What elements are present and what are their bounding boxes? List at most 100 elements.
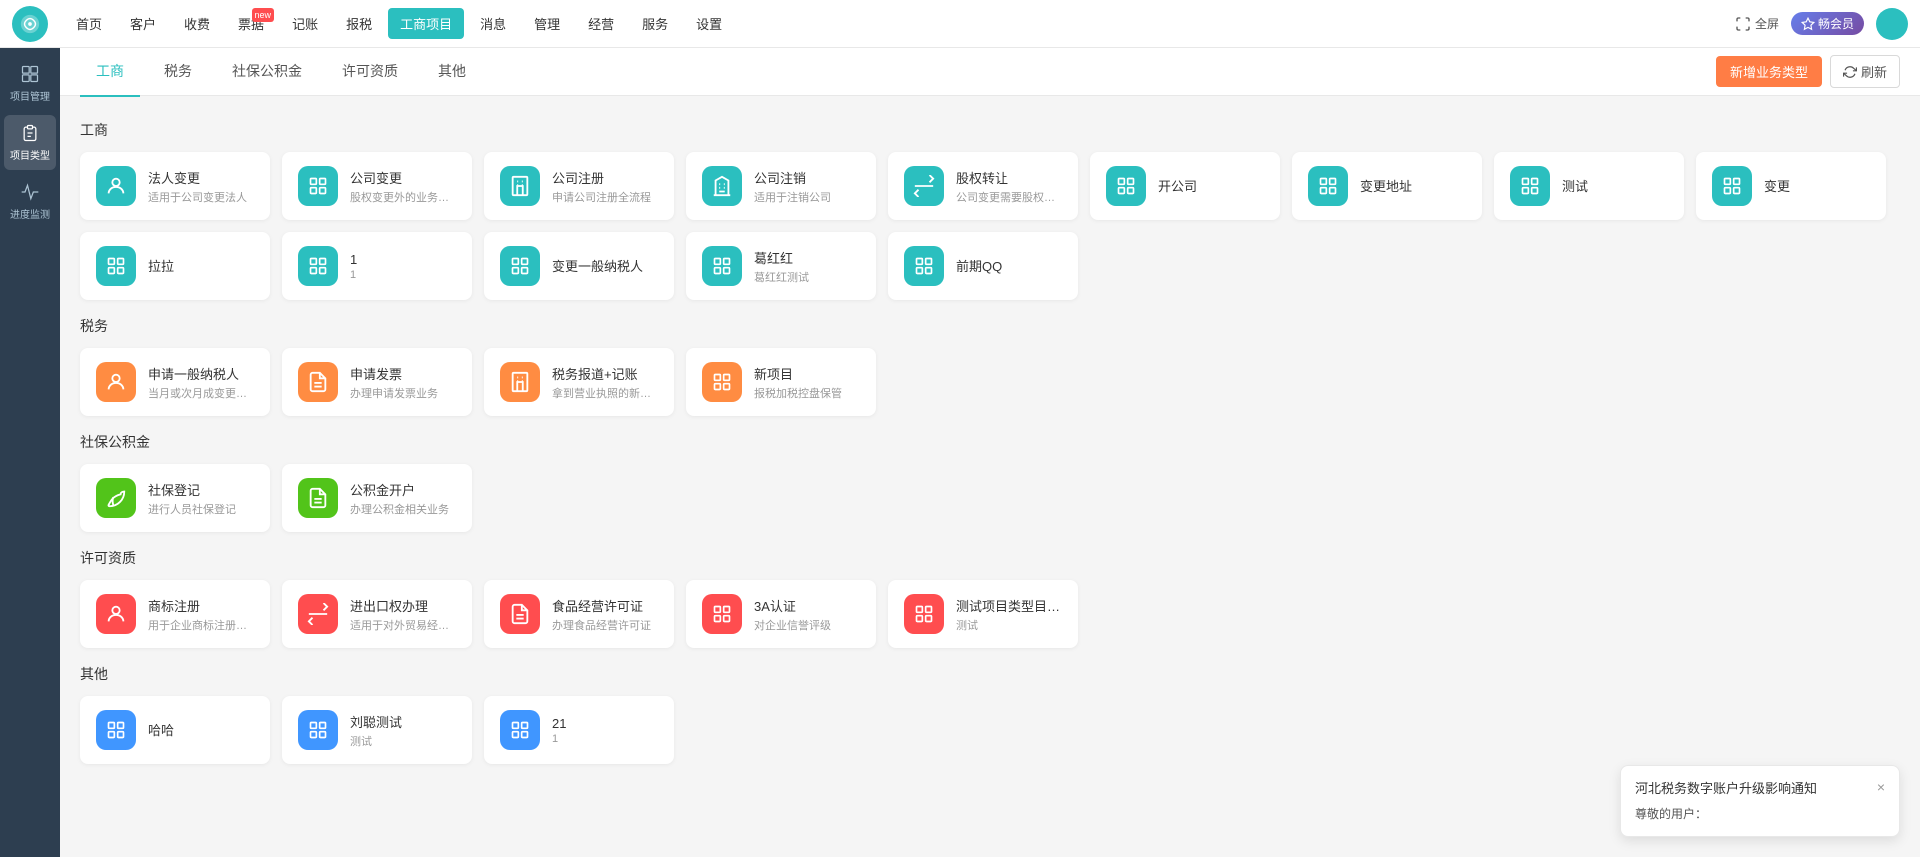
card-开公司[interactable]: 开公司 [1090, 152, 1280, 220]
sub-tab-其他[interactable]: 其他 [422, 47, 482, 97]
card-name-公司变更: 公司变更 [350, 168, 456, 187]
card-哈哈[interactable]: 哈哈 [80, 696, 270, 764]
section-xuke: 许可资质商标注册用于企业商标注册服务进出口权办理适用于对外贸易经营者食品经营许可… [80, 548, 1900, 648]
card-3A认证[interactable]: 3A认证对企业信誉评级 [686, 580, 876, 648]
card-name-拉拉: 拉拉 [148, 256, 254, 275]
nav-item-收费[interactable]: 收费 [172, 8, 222, 39]
card-公司注册[interactable]: 公司注册申请公司注册全流程 [484, 152, 674, 220]
card-新项目[interactable]: 新项目报税加税控盘保管 [686, 348, 876, 416]
nav-item-客户[interactable]: 客户 [118, 8, 168, 39]
card-食品经营许可证[interactable]: 食品经营许可证办理食品经营许可证 [484, 580, 674, 648]
card-info-变更一般纳税人: 变更一般纳税人 [552, 256, 658, 277]
card-info-前期QQ: 前期QQ [956, 256, 1062, 277]
card-税务报道+记账[interactable]: 税务报道+记账拿到营业执照的新公司 [484, 348, 674, 416]
card-icon-21 [500, 710, 540, 750]
card-desc-新项目: 报税加税控盘保管 [754, 385, 860, 401]
card-申请一般纳税人[interactable]: 申请一般纳税人当月或次月成变更完成 [80, 348, 270, 416]
card-变更一般纳税人[interactable]: 变更一般纳税人 [484, 232, 674, 300]
card-info-测试项目类型目定义: 测试项目类型目定义测试 [956, 596, 1062, 633]
card-desc-公司注册: 申请公司注册全流程 [552, 189, 658, 205]
card-公积金开户[interactable]: 公积金开户办理公积金相关业务 [282, 464, 472, 532]
card-info-开公司: 开公司 [1158, 176, 1264, 197]
nav-item-记账[interactable]: 记账 [280, 8, 330, 39]
card-name-刘聪测试: 刘聪测试 [350, 712, 456, 731]
card-测试项目类型目定义[interactable]: 测试项目类型目定义测试 [888, 580, 1078, 648]
card-前期QQ[interactable]: 前期QQ [888, 232, 1078, 300]
sidebar: 项目管理项目类型进度监测 [0, 48, 60, 857]
card-name-商标注册: 商标注册 [148, 596, 254, 615]
nav-item-票据[interactable]: 票据new [226, 8, 276, 39]
card-icon-股权转让 [904, 166, 944, 206]
app-logo[interactable] [12, 6, 48, 42]
card-刘聪测试[interactable]: 刘聪测试测试 [282, 696, 472, 764]
card-name-变更: 变更 [1764, 176, 1870, 195]
nav-item-设置[interactable]: 设置 [684, 8, 734, 39]
content-area: 工商法人变更适用于公司变更法人公司变更股权变更外的业务变更公司注册申请公司注册全… [60, 96, 1920, 796]
card-info-1: 11 [350, 252, 456, 281]
nav-item-消息[interactable]: 消息 [468, 8, 518, 39]
nav-item-管理[interactable]: 管理 [522, 8, 572, 39]
sub-tab-税务[interactable]: 税务 [148, 47, 208, 97]
card-name-21: 21 [552, 716, 658, 731]
card-申请发票[interactable]: 申请发票办理申请发票业务 [282, 348, 472, 416]
nav-menu: 首页客户收费票据new记账报税工商项目消息管理经营服务设置 [64, 8, 1735, 39]
card-变更[interactable]: 变更 [1696, 152, 1886, 220]
card-测试[interactable]: 测试 [1494, 152, 1684, 220]
nav-item-首页[interactable]: 首页 [64, 8, 114, 39]
main-content: 工商税务社保公积金许可资质其他 新增业务类型 刷新 工商法人变更适用于公司变更法… [60, 48, 1920, 857]
card-desc-葛红红: 葛红红测试 [754, 269, 860, 285]
sub-tab-工商[interactable]: 工商 [80, 47, 140, 97]
card-desc-公司注销: 适用于注销公司 [754, 189, 860, 205]
card-desc-股权转让: 公司变更需要股权转让 [956, 189, 1062, 205]
section-gongshang: 工商法人变更适用于公司变更法人公司变更股权变更外的业务变更公司注册申请公司注册全… [80, 120, 1900, 300]
card-商标注册[interactable]: 商标注册用于企业商标注册服务 [80, 580, 270, 648]
card-info-商标注册: 商标注册用于企业商标注册服务 [148, 596, 254, 633]
notification-close-button[interactable]: × [1877, 779, 1885, 795]
fullscreen-button[interactable]: 全屏 [1735, 15, 1779, 32]
section-title-shuiwu: 税务 [80, 316, 1900, 336]
card-desc-进出口权办理: 适用于对外贸易经营者 [350, 617, 456, 633]
card-社保登记[interactable]: 社保登记进行人员社保登记 [80, 464, 270, 532]
card-股权转让[interactable]: 股权转让公司变更需要股权转让 [888, 152, 1078, 220]
card-葛红红[interactable]: 葛红红葛红红测试 [686, 232, 876, 300]
card-icon-变更地址 [1308, 166, 1348, 206]
card-21[interactable]: 211 [484, 696, 674, 764]
card-info-公司注销: 公司注销适用于注销公司 [754, 168, 860, 205]
card-icon-哈哈 [96, 710, 136, 750]
card-info-新项目: 新项目报税加税控盘保管 [754, 364, 860, 401]
card-拉拉[interactable]: 拉拉 [80, 232, 270, 300]
sidebar-item-项目管理[interactable]: 项目管理 [4, 56, 56, 111]
card-icon-变更一般纳税人 [500, 246, 540, 286]
card-icon-公司注册 [500, 166, 540, 206]
card-icon-公积金开户 [298, 478, 338, 518]
card-变更地址[interactable]: 变更地址 [1292, 152, 1482, 220]
card-info-葛红红: 葛红红葛红红测试 [754, 248, 860, 285]
card-公司注销[interactable]: 公司注销适用于注销公司 [686, 152, 876, 220]
card-公司变更[interactable]: 公司变更股权变更外的业务变更 [282, 152, 472, 220]
card-name-3A认证: 3A认证 [754, 596, 860, 615]
member-button[interactable]: 畅会员 [1791, 12, 1864, 35]
card-info-申请一般纳税人: 申请一般纳税人当月或次月成变更完成 [148, 364, 254, 401]
sub-tabs: 工商税务社保公积金许可资质其他 [80, 47, 490, 97]
card-info-公积金开户: 公积金开户办理公积金相关业务 [350, 480, 456, 517]
card-1[interactable]: 11 [282, 232, 472, 300]
refresh-button[interactable]: 刷新 [1830, 55, 1900, 88]
sub-tab-许可资质[interactable]: 许可资质 [326, 47, 414, 97]
card-icon-公司注销 [702, 166, 742, 206]
nav-item-经营[interactable]: 经营 [576, 8, 626, 39]
card-icon-葛红红 [702, 246, 742, 286]
sub-tab-社保公积金[interactable]: 社保公积金 [216, 47, 318, 97]
card-info-测试: 测试 [1562, 176, 1668, 197]
card-name-公司注销: 公司注销 [754, 168, 860, 187]
card-icon-1 [298, 246, 338, 286]
user-avatar[interactable] [1876, 8, 1908, 40]
nav-item-服务[interactable]: 服务 [630, 8, 680, 39]
nav-item-报税[interactable]: 报税 [334, 8, 384, 39]
nav-item-工商项目[interactable]: 工商项目 [388, 8, 464, 39]
add-business-type-button[interactable]: 新增业务类型 [1716, 56, 1822, 87]
card-icon-申请发票 [298, 362, 338, 402]
card-进出口权办理[interactable]: 进出口权办理适用于对外贸易经营者 [282, 580, 472, 648]
sidebar-item-进度监测[interactable]: 进度监测 [4, 174, 56, 229]
sidebar-item-项目类型[interactable]: 项目类型 [4, 115, 56, 170]
card-法人变更[interactable]: 法人变更适用于公司变更法人 [80, 152, 270, 220]
